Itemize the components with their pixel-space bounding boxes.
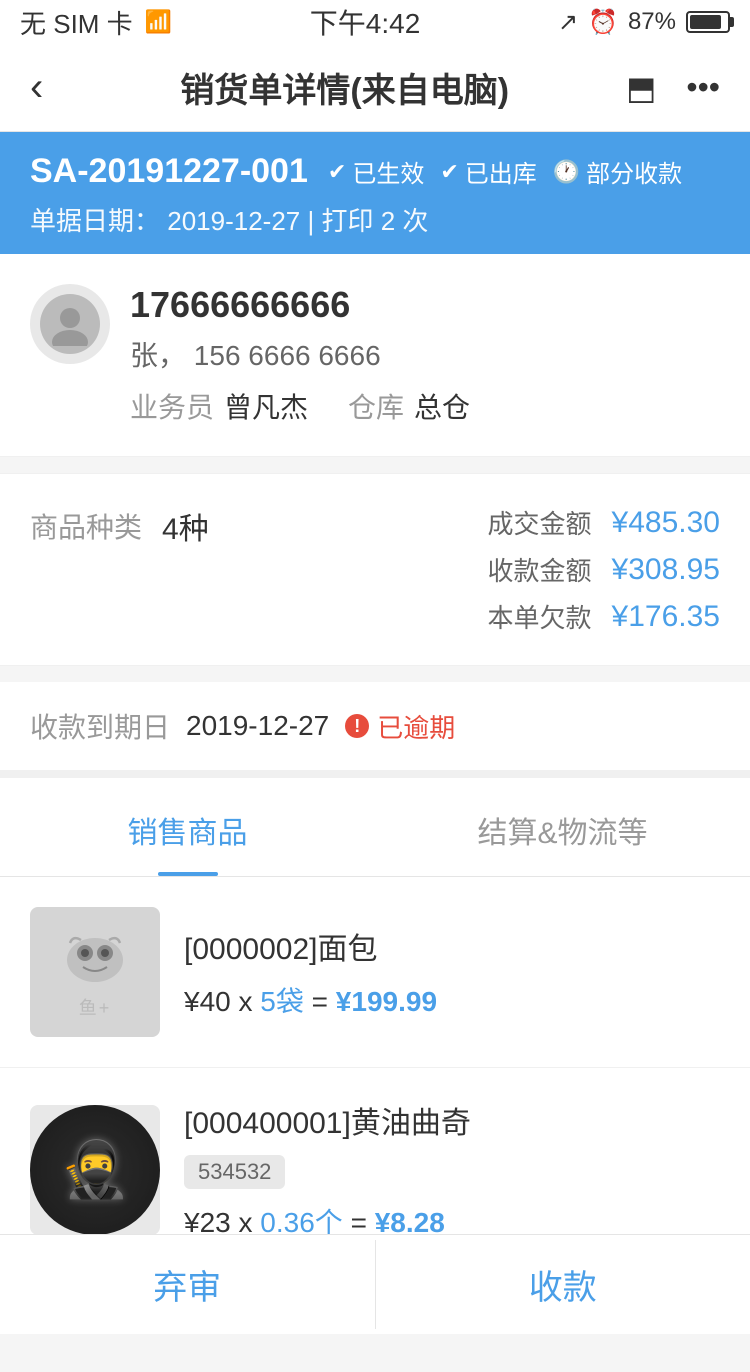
received-label: 收款金额 xyxy=(488,551,592,588)
separator: | xyxy=(307,206,321,236)
customer-meta: 业务员 曾凡杰 仓库 总仓 xyxy=(130,386,720,426)
cancel-review-button[interactable]: 弃审 xyxy=(0,1240,376,1329)
status-left: 无 SIM 卡 📶 xyxy=(20,4,172,41)
summary-section: 商品种类 4种 成交金额 ¥485.30 收款金额 ¥308.95 本单欠款 ¥… xyxy=(0,473,750,666)
overdue-icon: ! xyxy=(345,714,369,738)
check-icon-1: ✔ xyxy=(328,159,346,185)
badge-shipped: ✔ 已出库 xyxy=(440,154,536,189)
tabs-section: 销售商品 结算&物流等 xyxy=(0,778,750,877)
customer-id: 17666666666 xyxy=(130,284,720,326)
collect-payment-button[interactable]: 收款 xyxy=(376,1240,750,1329)
nav-actions: ⬒ ••• xyxy=(626,69,720,107)
check-icon-2: ✔ xyxy=(440,159,458,185)
tab-products[interactable]: 销售商品 xyxy=(0,778,375,876)
print-count: 2 xyxy=(381,206,395,236)
product-info-1: [0000002]面包 ¥40 x 5袋 = ¥199.99 xyxy=(184,924,720,1020)
received-value: ¥308.95 xyxy=(612,553,720,587)
avatar-icon xyxy=(40,294,100,354)
product-name-1: [0000002]面包 xyxy=(184,924,720,968)
type-label: 商品种类 xyxy=(30,506,142,546)
product-image-1: 鱼+ xyxy=(30,907,160,1037)
customer-name-text: 张 xyxy=(130,340,158,371)
product-price-1: ¥40 x 5袋 = ¥199.99 xyxy=(184,980,720,1020)
amount-value: ¥485.30 xyxy=(612,506,720,540)
amount-label: 成交金额 xyxy=(488,504,592,541)
status-bar: 无 SIM 卡 📶 下午4:42 ↗ ⏰ 87% xyxy=(0,0,750,44)
back-button[interactable]: ‹ xyxy=(30,65,63,110)
warehouse-value: 总仓 xyxy=(414,386,470,426)
amount-row: 成交金额 ¥485.30 xyxy=(488,504,720,541)
product-name-2: [000400001]黄油曲奇 xyxy=(184,1098,720,1142)
customer-name-phone: 张， 156 6666 6666 xyxy=(130,334,720,374)
ninja-icon: 🥷 xyxy=(61,1137,129,1202)
header-banner: SA-20191227-001 ✔ 已生效 ✔ 已出库 🕐 部分收款 单据日期：… xyxy=(0,132,750,254)
price-qty-1: 5袋 xyxy=(260,986,311,1017)
carrier-text: 无 SIM 卡 xyxy=(20,4,133,41)
customer-section: 17666666666 张， 156 6666 6666 业务员 曾凡杰 仓库 … xyxy=(0,254,750,457)
order-date-row: 单据日期： 2019-12-27 | 打印 2 次 xyxy=(30,201,720,238)
product-thumbnail-2: 🥷 xyxy=(30,1105,160,1235)
due-date-section: 收款到期日 2019-12-27 ! 已逾期 xyxy=(0,682,750,778)
wifi-icon: 📶 xyxy=(145,9,172,35)
clock-icon: 🕐 xyxy=(553,159,580,185)
page-title: 销货单详情(来自电脑) xyxy=(63,63,626,112)
due-date-value: 2019-12-27 xyxy=(186,710,329,742)
more-icon[interactable]: ••• xyxy=(686,69,720,106)
product-thumbnail-1: 鱼+ xyxy=(30,907,160,1037)
date-label: 单据日期： xyxy=(30,206,160,236)
warehouse-label: 仓库 xyxy=(348,386,404,426)
customer-info: 17666666666 张， 156 6666 6666 业务员 曾凡杰 仓库 … xyxy=(130,284,720,426)
sales-rep-value: 曾凡杰 xyxy=(224,386,308,426)
alarm-icon: ⏰ xyxy=(588,8,618,37)
product-item-1: 鱼+ [0000002]面包 ¥40 x 5袋 = ¥199.99 xyxy=(0,877,750,1068)
owed-row: 本单欠款 ¥176.35 xyxy=(488,598,720,635)
time-display: 下午4:42 xyxy=(310,2,421,42)
order-id: SA-20191227-001 xyxy=(30,152,308,191)
sales-rep: 业务员 曾凡杰 xyxy=(130,386,308,426)
bottom-bar: 弃审 收款 xyxy=(0,1234,750,1334)
summary-left: 商品种类 4种 xyxy=(30,504,209,548)
status-right: ↗ ⏰ 87% xyxy=(558,8,730,37)
warehouse: 仓库 总仓 xyxy=(348,386,470,426)
print-label: 打印 xyxy=(321,206,373,236)
type-count: 4种 xyxy=(162,504,209,548)
share-icon[interactable]: ⬒ xyxy=(626,69,656,107)
price-base-1: ¥40 xyxy=(184,986,231,1017)
customer-phone-text: 156 6666 6666 xyxy=(194,340,381,371)
print-suffix: 次 xyxy=(402,206,428,236)
received-row: 收款金额 ¥308.95 xyxy=(488,551,720,588)
products-list: 鱼+ [0000002]面包 ¥40 x 5袋 = ¥199.99 🥷 [000 xyxy=(0,877,750,1272)
overdue-badge: ! 已逾期 xyxy=(345,708,455,745)
badge-partial: 🕐 部分收款 xyxy=(553,154,682,189)
badge-effective: ✔ 已生效 xyxy=(328,154,424,189)
product-image-2: 🥷 xyxy=(30,1105,160,1235)
battery-indicator xyxy=(686,11,730,33)
product-sku-2: 534532 xyxy=(184,1155,285,1189)
owed-value: ¥176.35 xyxy=(612,600,720,634)
product-info-2: [000400001]黄油曲奇 534532 ¥23 x 0.36个 = ¥8.… xyxy=(184,1098,720,1241)
order-date: 2019-12-27 xyxy=(167,206,300,236)
price-total-1: ¥199.99 xyxy=(336,986,437,1017)
sales-rep-label: 业务员 xyxy=(130,386,214,426)
status-badges: ✔ 已生效 ✔ 已出库 🕐 部分收款 xyxy=(328,154,682,189)
avatar xyxy=(30,284,110,364)
due-date-label: 收款到期日 xyxy=(30,706,170,746)
battery-text: 87% xyxy=(628,8,676,36)
owed-label: 本单欠款 xyxy=(488,598,592,635)
location-icon: ↗ xyxy=(558,8,578,37)
tab-settlement[interactable]: 结算&物流等 xyxy=(375,778,750,876)
overdue-text: 已逾期 xyxy=(377,708,455,745)
nav-bar: ‹ 销货单详情(来自电脑) ⬒ ••• xyxy=(0,44,750,132)
summary-right: 成交金额 ¥485.30 收款金额 ¥308.95 本单欠款 ¥176.35 xyxy=(488,504,720,635)
